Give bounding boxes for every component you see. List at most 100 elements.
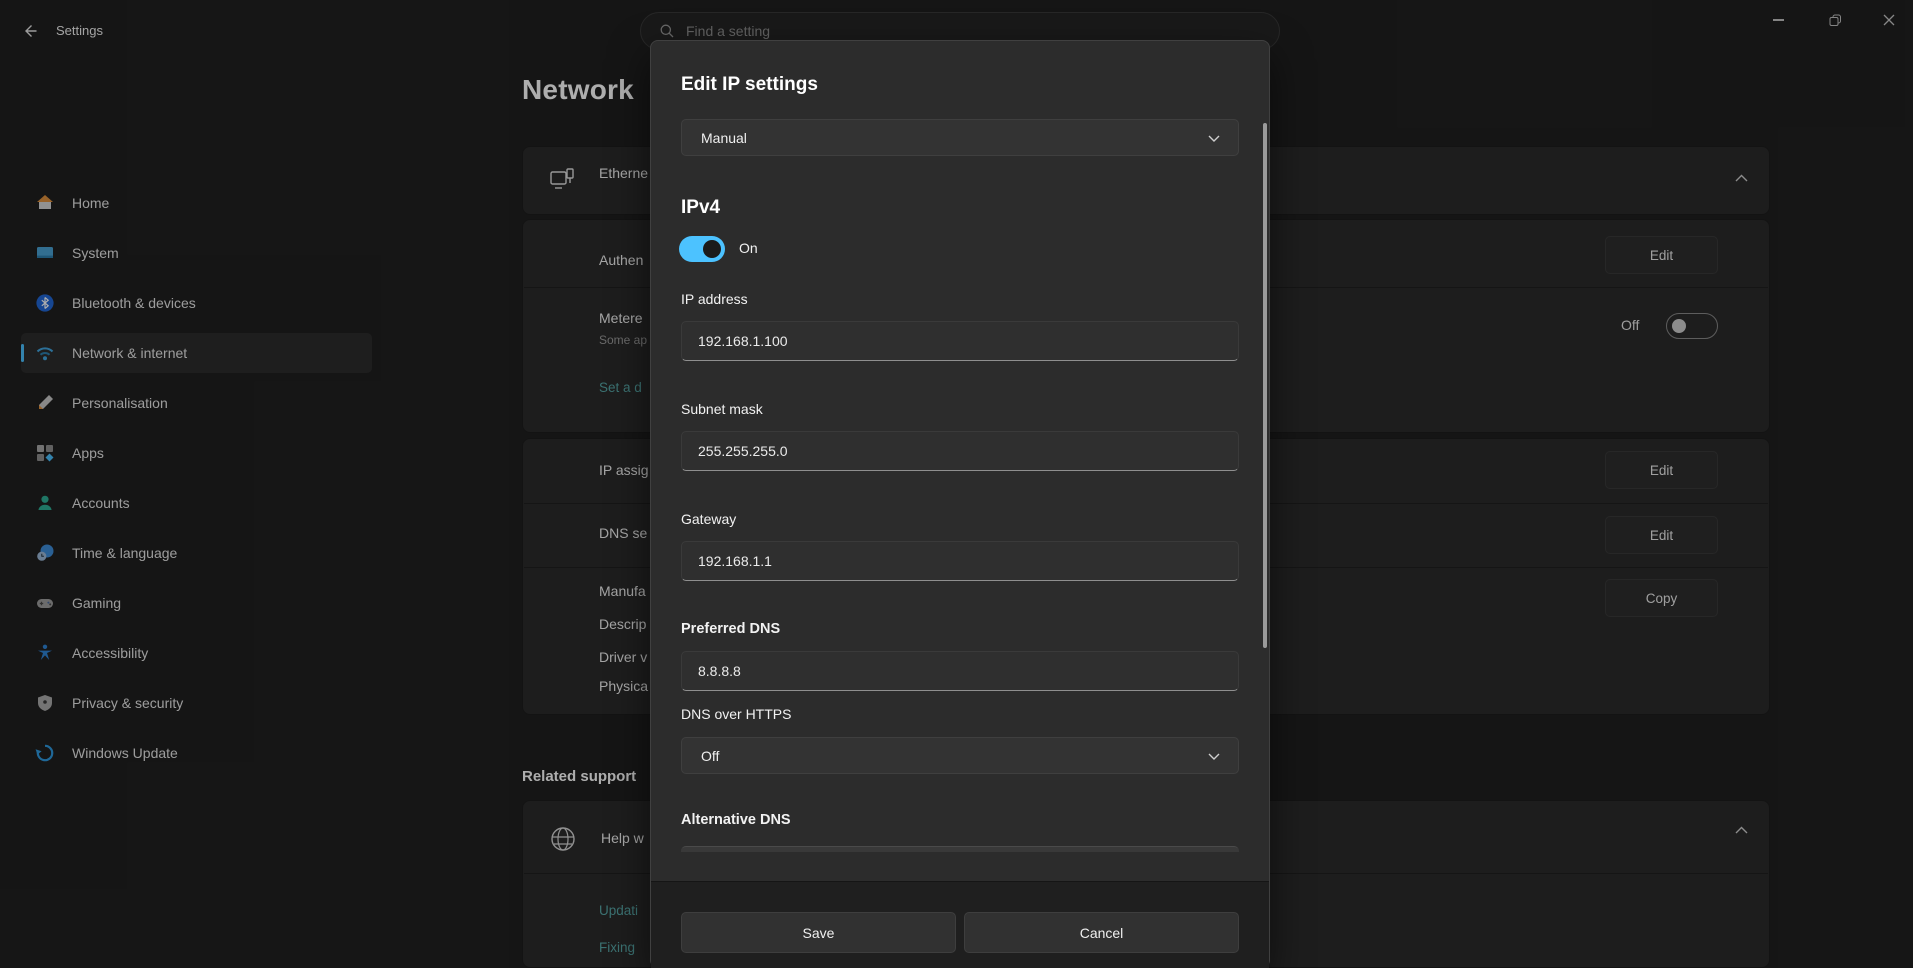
- chevron-down-icon: [1208, 135, 1220, 142]
- dialog-footer: Save Cancel: [651, 881, 1269, 968]
- back-arrow-icon: [21, 22, 39, 40]
- metered-connection-sub: Some ap: [599, 333, 648, 347]
- gateway-value: 192.168.1.1: [698, 553, 772, 569]
- ip-address-label: IP address: [681, 291, 748, 307]
- sidebar-item-accounts[interactable]: Accounts: [21, 483, 372, 523]
- preferred-dns-label: Preferred DNS: [681, 621, 781, 637]
- system-icon: [35, 243, 55, 263]
- description-label: Descrip: [599, 616, 647, 632]
- related-support-heading: Related support: [522, 768, 637, 785]
- sidebar-item-personalisation[interactable]: Personalisation: [21, 383, 372, 423]
- wifi-icon: [35, 343, 55, 363]
- close-button[interactable]: [1864, 0, 1913, 40]
- preferred-dns-value: 8.8.8.8: [698, 663, 741, 679]
- dialog-scrollbar[interactable]: [1263, 123, 1267, 648]
- edit-ip-settings-dialog: Edit IP settings Manual IPv4 On IP addre…: [650, 40, 1270, 968]
- preferred-dns-field[interactable]: 8.8.8.8: [681, 651, 1239, 691]
- sidebar-item-label: Accessibility: [72, 645, 149, 661]
- chevron-down-icon: [1208, 753, 1220, 760]
- copy-button[interactable]: Copy: [1605, 579, 1718, 617]
- toggle-knob: [703, 240, 721, 258]
- sidebar-item-windows-update[interactable]: Windows Update: [21, 733, 372, 773]
- accessibility-icon: [35, 643, 55, 663]
- alternative-dns-field[interactable]: [681, 846, 1239, 852]
- support-link[interactable]: Fixing: [599, 940, 635, 955]
- dialog-title: Edit IP settings: [681, 74, 818, 95]
- sidebar-item-apps[interactable]: Apps: [21, 433, 372, 473]
- chevron-up-icon[interactable]: [1735, 174, 1748, 182]
- apps-icon: [35, 443, 55, 463]
- gateway-label: Gateway: [681, 511, 737, 527]
- shield-icon: [35, 693, 55, 713]
- close-icon: [1883, 14, 1895, 26]
- sidebar-item-network-internet[interactable]: Network & internet: [21, 333, 372, 373]
- ipv4-toggle[interactable]: [679, 236, 725, 262]
- sidebar-item-label: Home: [72, 195, 110, 211]
- subnet-mask-field[interactable]: 255.255.255.0: [681, 431, 1239, 471]
- chevron-up-icon[interactable]: [1735, 826, 1748, 834]
- back-button[interactable]: [12, 13, 48, 49]
- window-title: Settings: [56, 23, 103, 38]
- ip-mode-dropdown[interactable]: Manual: [681, 119, 1239, 156]
- dns-over-https-label: DNS over HTTPS: [681, 706, 792, 722]
- subnet-mask-label: Subnet mask: [681, 401, 763, 417]
- search-icon: [659, 23, 675, 39]
- sidebar-item-label: Apps: [72, 445, 104, 461]
- metered-toggle[interactable]: [1666, 313, 1718, 339]
- paintbrush-icon: [35, 393, 55, 413]
- sidebar-item-privacy-security[interactable]: Privacy & security: [21, 683, 372, 723]
- metered-connection-label: Metere: [599, 310, 643, 326]
- gamepad-icon: [35, 593, 55, 613]
- data-limit-link[interactable]: Set a d: [599, 380, 642, 395]
- ethernet-title: Etherne: [599, 165, 649, 181]
- sidebar-item-time-language[interactable]: Time & language: [21, 533, 372, 573]
- authentication-label: Authen: [599, 252, 644, 268]
- cancel-button[interactable]: Cancel: [964, 912, 1239, 953]
- sidebar-item-label: Personalisation: [72, 395, 168, 411]
- sidebar-item-label: Privacy & security: [72, 695, 184, 711]
- ipv4-toggle-label: On: [739, 240, 758, 256]
- toggle-knob: [1672, 319, 1686, 333]
- dns-over-https-value: Off: [701, 747, 720, 764]
- sidebar-item-label: System: [72, 245, 119, 261]
- person-icon: [35, 493, 55, 513]
- ip-mode-value: Manual: [701, 129, 747, 146]
- dns-over-https-dropdown[interactable]: Off: [681, 737, 1239, 774]
- save-button[interactable]: Save: [681, 912, 956, 953]
- restore-button[interactable]: [1807, 0, 1864, 40]
- ip-address-value: 192.168.1.100: [698, 333, 788, 349]
- dns-assignment-label: DNS se: [599, 525, 648, 541]
- minimize-icon: [1773, 19, 1784, 21]
- sidebar-item-label: Bluetooth & devices: [72, 295, 196, 311]
- sidebar-item-accessibility[interactable]: Accessibility: [21, 633, 372, 673]
- manufacturer-label: Manufa: [599, 583, 646, 599]
- home-icon: [35, 193, 55, 213]
- sidebar-item-system[interactable]: System: [21, 233, 372, 273]
- sidebar-item-home[interactable]: Home: [21, 183, 372, 223]
- sidebar-item-label: Windows Update: [72, 745, 178, 761]
- restore-icon: [1829, 14, 1842, 27]
- support-link[interactable]: Updati: [599, 903, 638, 918]
- sidebar-item-gaming[interactable]: Gaming: [21, 583, 372, 623]
- bluetooth-icon: [35, 293, 55, 313]
- sidebar-item-label: Time & language: [72, 545, 178, 561]
- subnet-mask-value: 255.255.255.0: [698, 443, 788, 459]
- edit-button[interactable]: Edit: [1605, 516, 1718, 554]
- ip-assignment-label: IP assig: [599, 462, 649, 478]
- sidebar-item-label: Gaming: [72, 595, 122, 611]
- ethernet-icon: [547, 166, 577, 196]
- settings-window: Settings Find a setting Home System Blue…: [0, 0, 1913, 968]
- sidebar-item-label: Network & internet: [72, 345, 188, 361]
- alternative-dns-label: Alternative DNS: [681, 812, 791, 828]
- globe-icon: [547, 823, 579, 855]
- search-placeholder: Find a setting: [686, 23, 771, 39]
- metered-toggle-label: Off: [1621, 317, 1640, 333]
- edit-button[interactable]: Edit: [1605, 236, 1718, 274]
- edit-button[interactable]: Edit: [1605, 451, 1718, 489]
- help-label: Help w: [601, 830, 644, 846]
- gateway-field[interactable]: 192.168.1.1: [681, 541, 1239, 581]
- sidebar-item-bluetooth-devices[interactable]: Bluetooth & devices: [21, 283, 372, 323]
- clock-globe-icon: [35, 543, 55, 563]
- ip-address-field[interactable]: 192.168.1.100: [681, 321, 1239, 361]
- minimize-button[interactable]: [1750, 0, 1807, 40]
